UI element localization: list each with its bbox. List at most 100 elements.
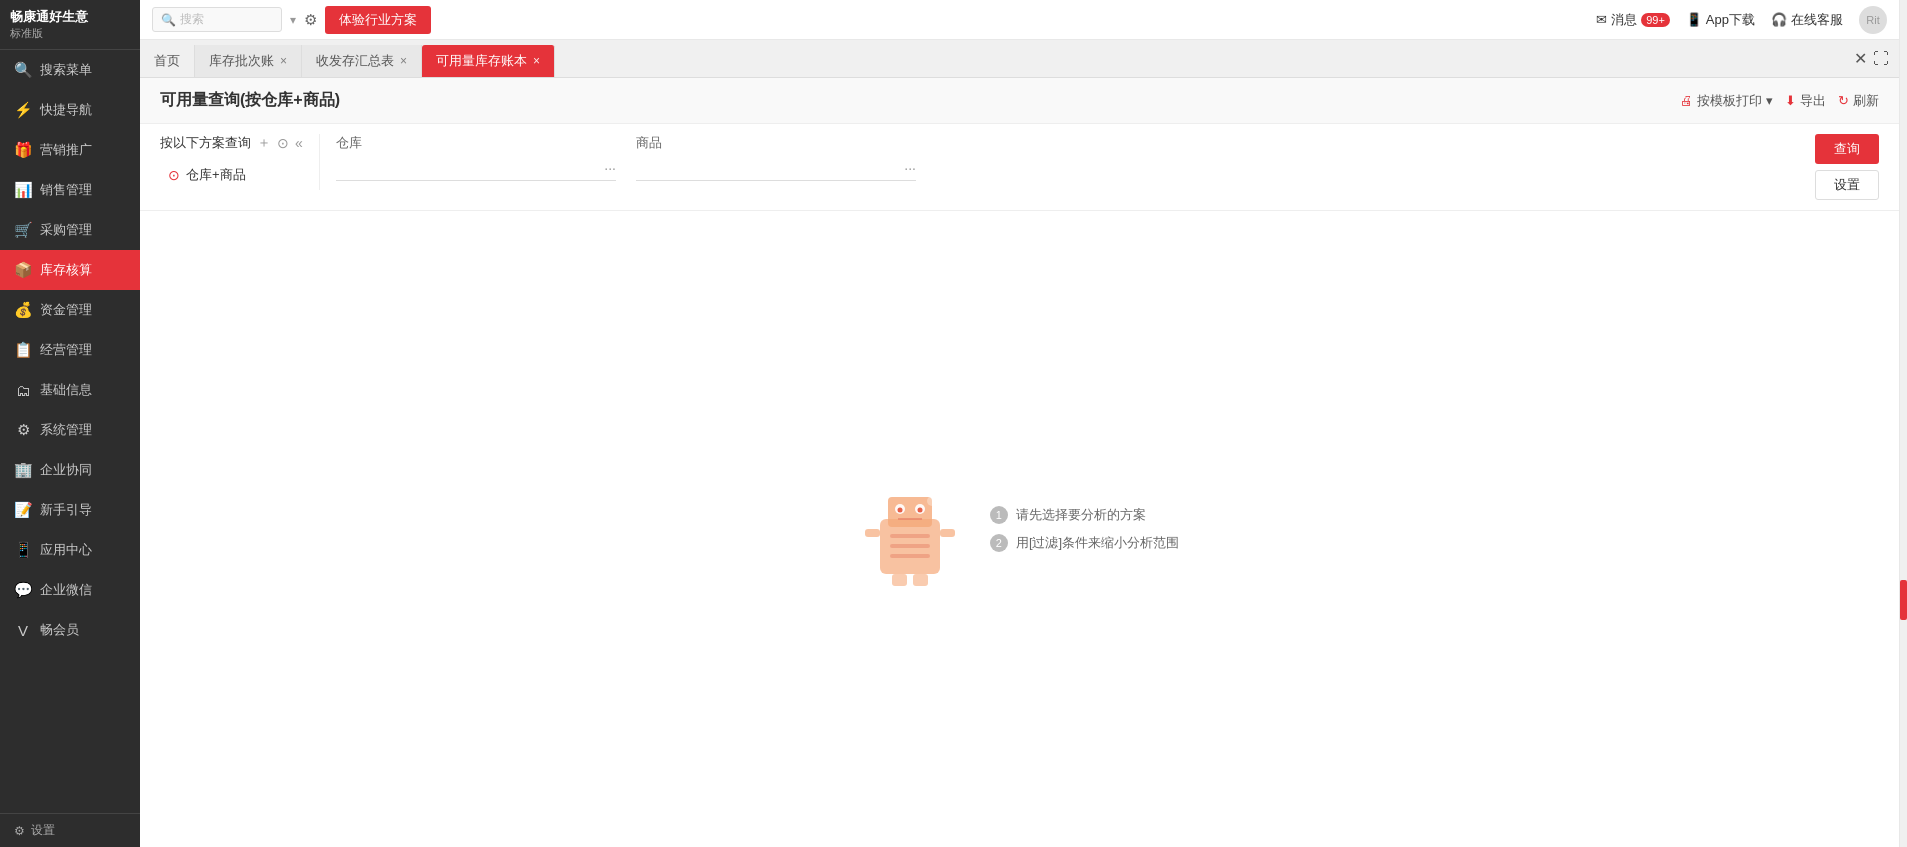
tip-num-1: 1: [990, 506, 1008, 524]
export-btn[interactable]: ⬇ 导出: [1785, 92, 1826, 110]
collapse-scheme-icon[interactable]: «: [295, 135, 303, 151]
filter-fields: 仓库 ··· 商品 ···: [336, 134, 1789, 181]
sidebar-logo: 畅康通好生意 标准版: [0, 0, 140, 50]
message-badge: 99+: [1641, 13, 1670, 27]
marketing-icon: 🎁: [14, 141, 32, 159]
product-input-wrapper: ···: [636, 156, 916, 181]
topbar: 🔍 搜索 ▾ ⚙ 体验行业方案 ✉ 消息 99+ 📱 App下载 🎧 在线客服 …: [140, 0, 1899, 40]
sidebar-item-newbie[interactable]: 📝 新手引导: [0, 490, 140, 530]
sidebar-item-marketing[interactable]: 🎁 营销推广: [0, 130, 140, 170]
svg-rect-7: [865, 529, 880, 537]
app-download-label: App下载: [1706, 11, 1755, 29]
svg-point-5: [917, 508, 922, 513]
sidebar-item-label-appstore: 应用中心: [40, 541, 92, 559]
svg-point-14: [927, 496, 937, 506]
refresh-btn[interactable]: ↻ 刷新: [1838, 92, 1879, 110]
svg-rect-8: [940, 529, 955, 537]
filter-actions-right: 查询 设置: [1805, 134, 1879, 200]
sidebar-item-label-finance: 资金管理: [40, 301, 92, 319]
svg-rect-11: [890, 554, 930, 558]
sidebar-bottom-settings[interactable]: ⚙ 设置: [0, 813, 140, 847]
sidebar-item-label-member: 畅会员: [40, 621, 79, 639]
print-btn[interactable]: 🖨 按模板打印 ▾: [1680, 92, 1773, 110]
tab-collection-label: 收发存汇总表: [316, 52, 394, 70]
sidebar-item-label-system: 系统管理: [40, 421, 92, 439]
sidebar-item-member[interactable]: V 畅会员: [0, 610, 140, 650]
sidebar-item-finance[interactable]: 💰 资金管理: [0, 290, 140, 330]
page-header: 可用量查询(按仓库+商品) 🖨 按模板打印 ▾ ⬇ 导出 ↻ 刷新: [140, 78, 1899, 124]
tab-available[interactable]: 可用量库存账本 ×: [422, 45, 555, 77]
filter-scheme-header: 按以下方案查询 ＋ ⊙ «: [160, 134, 303, 152]
inventory-icon: 📦: [14, 261, 32, 279]
sidebar-item-search[interactable]: 🔍 搜索菜单: [0, 50, 140, 90]
warehouse-input[interactable]: [336, 161, 600, 176]
sidebar-item-purchase[interactable]: 🛒 采购管理: [0, 210, 140, 250]
warehouse-label: 仓库: [336, 134, 616, 152]
sidebar-item-label-purchase: 采购管理: [40, 221, 92, 239]
export-icon: ⬇: [1785, 93, 1796, 108]
right-scrollbar[interactable]: [1899, 0, 1907, 847]
online-service-label: 在线客服: [1791, 11, 1843, 29]
dropdown-chevron-icon[interactable]: ▾: [290, 13, 296, 27]
tip-num-2: 2: [990, 534, 1008, 552]
sidebar-item-shortcut[interactable]: ⚡ 快捷导航: [0, 90, 140, 130]
sidebar-item-enterprise[interactable]: 🏢 企业协同: [0, 450, 140, 490]
filter-field-product: 商品 ···: [636, 134, 916, 181]
refresh-icon: ↻: [1838, 93, 1849, 108]
user-avatar[interactable]: Rit: [1859, 6, 1887, 34]
sidebar-item-label-shortcut: 快捷导航: [40, 101, 92, 119]
tab-available-close[interactable]: ×: [533, 54, 540, 68]
sidebar-item-inventory[interactable]: 📦 库存核算: [0, 250, 140, 290]
online-service-btn[interactable]: 🎧 在线客服: [1771, 11, 1843, 29]
tab-batch-label: 库存批次账: [209, 52, 274, 70]
trial-btn[interactable]: 体验行业方案: [325, 6, 431, 34]
tab-collection-close[interactable]: ×: [400, 54, 407, 68]
settings-icon: ⚙: [14, 824, 25, 838]
shortcut-icon: ⚡: [14, 101, 32, 119]
sidebar-item-system[interactable]: ⚙ 系统管理: [0, 410, 140, 450]
topbar-search-box[interactable]: 🔍 搜索: [152, 7, 282, 32]
app-download-btn[interactable]: 📱 App下载: [1686, 11, 1755, 29]
member-icon: V: [14, 622, 32, 639]
gear-icon[interactable]: ⚙: [304, 11, 317, 29]
username-text: Rit: [1866, 14, 1879, 26]
page-actions: 🖨 按模板打印 ▾ ⬇ 导出 ↻ 刷新: [1680, 92, 1879, 110]
edit-scheme-icon[interactable]: ⊙: [277, 135, 289, 151]
sidebar-item-appstore[interactable]: 📱 应用中心: [0, 530, 140, 570]
scheme-item-warehouse-product[interactable]: ⊙ 仓库+商品: [160, 160, 303, 190]
tab-batch[interactable]: 库存批次账 ×: [195, 45, 302, 77]
message-btn[interactable]: ✉ 消息 99+: [1596, 11, 1670, 29]
tab-batch-close[interactable]: ×: [280, 54, 287, 68]
sidebar-item-operation[interactable]: 📋 经营管理: [0, 330, 140, 370]
settings-btn[interactable]: 设置: [1815, 170, 1879, 200]
query-btn[interactable]: 查询: [1815, 134, 1879, 164]
sidebar-item-label-basic: 基础信息: [40, 381, 92, 399]
warehouse-more-icon[interactable]: ···: [604, 160, 616, 176]
sidebar-item-basic[interactable]: 🗂 基础信息: [0, 370, 140, 410]
sidebar-scroll: 🔍 搜索菜单 ⚡ 快捷导航 🎁 营销推广 📊 销售管理 🛒 采购管理 📦 库存核…: [0, 50, 140, 813]
sidebar-item-label-wechat: 企业微信: [40, 581, 92, 599]
sidebar: 畅康通好生意 标准版 🔍 搜索菜单 ⚡ 快捷导航 🎁 营销推广 📊 销售管理 🛒…: [0, 0, 140, 847]
app-icon: 📱: [1686, 12, 1702, 27]
tab-home[interactable]: 首页: [140, 45, 195, 77]
filter-field-warehouse: 仓库 ···: [336, 134, 616, 181]
svg-rect-1: [888, 497, 932, 527]
tab-close-btn[interactable]: ✕: [1854, 49, 1867, 68]
scrollbar-thumb[interactable]: [1900, 580, 1907, 620]
sidebar-item-wechat[interactable]: 💬 企业微信: [0, 570, 140, 610]
tab-home-label: 首页: [154, 52, 180, 70]
warehouse-input-wrapper: ···: [336, 156, 616, 181]
page-title: 可用量查询(按仓库+商品): [160, 90, 340, 111]
svg-point-4: [897, 508, 902, 513]
tab-collection[interactable]: 收发存汇总表 ×: [302, 45, 422, 77]
product-input[interactable]: [636, 161, 900, 176]
wechat-icon: 💬: [14, 581, 32, 599]
sidebar-item-sales[interactable]: 📊 销售管理: [0, 170, 140, 210]
main-area: 🔍 搜索 ▾ ⚙ 体验行业方案 ✉ 消息 99+ 📱 App下载 🎧 在线客服 …: [140, 0, 1899, 847]
sidebar-logo-title: 畅康通好生意: [10, 8, 130, 26]
tab-expand-btn[interactable]: ⛶: [1873, 50, 1889, 68]
add-scheme-icon[interactable]: ＋: [257, 134, 271, 152]
export-label: 导出: [1800, 92, 1826, 110]
sidebar-item-label-newbie: 新手引导: [40, 501, 92, 519]
product-more-icon[interactable]: ···: [904, 160, 916, 176]
